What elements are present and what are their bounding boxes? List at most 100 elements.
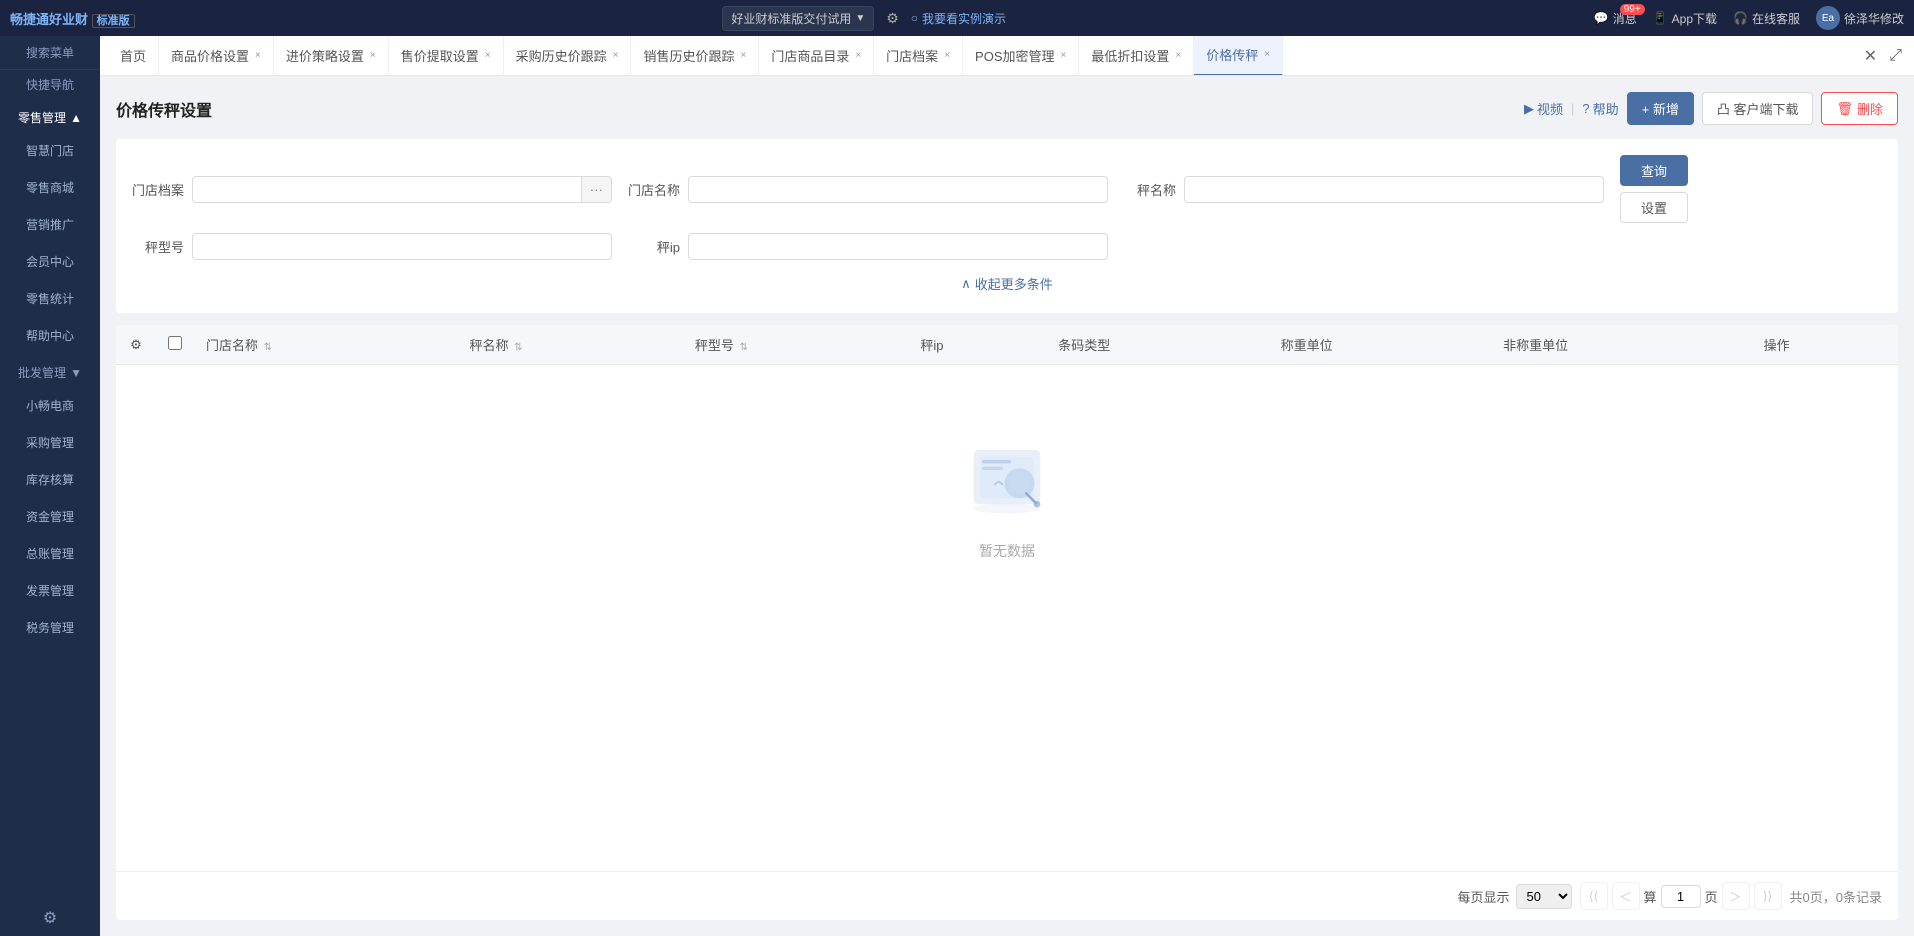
tab-price-scale[interactable]: 价格传秤 × [1194,36,1283,76]
store-file-input-wrap: ··· [192,176,612,203]
tab-purchase-strategy[interactable]: 进价策略设置 × [274,36,389,76]
collapse-button[interactable]: ∧ 收起更多条件 [961,274,1053,293]
collapse-row: ∧ 收起更多条件 [132,270,1882,297]
add-button[interactable]: + 新增 [1627,92,1694,125]
sidebar-item-wholesale[interactable]: 批发管理 ▼ [0,354,100,387]
tab-close-icon[interactable]: × [370,50,376,61]
sidebar-item-purchase[interactable]: 采购管理 [0,424,100,461]
download-client-button[interactable]: 凸 客户端下载 [1702,92,1814,125]
sidebar-item-ledger[interactable]: 总账管理 [0,535,100,572]
sidebar-item-retail-stats[interactable]: 零售统计 [0,280,100,317]
message-action[interactable]: 💬 消息 99+ [1594,10,1637,27]
tab-purchase-history[interactable]: 采购历史价跟踪 × [504,36,632,76]
sidebar-item-invoice[interactable]: 发票管理 [0,572,100,609]
next-page-button[interactable]: ＞ [1722,882,1750,910]
sidebar-gear-icon[interactable]: ⚙ [43,908,57,928]
th-store-name[interactable]: 门店名称 ⇅ [194,325,457,365]
filter-store-name: 门店名称 [628,176,1108,203]
tab-close-icon[interactable]: × [855,50,861,61]
download-icon: 📱 [1653,11,1668,25]
filter-scale-ip: 秤ip [628,233,1108,260]
store-file-btn[interactable]: ··· [581,177,611,202]
tab-store-catalog[interactable]: 门店商品目录 × [759,36,874,76]
store-name-input[interactable] [688,176,1108,203]
chevron-down-icon: ▼ [855,13,865,24]
sidebar-quick-nav[interactable]: 快捷导航 [0,70,100,99]
query-button[interactable]: 查询 [1620,155,1688,186]
pagination-bar: 每页显示 10 20 50 100 ⟨⟨ ＜ 算 [116,871,1898,920]
tab-sales-history[interactable]: 销售历史价跟踪 × [631,36,759,76]
sidebar-item-ecommerce[interactable]: 小畅电商 [0,387,100,424]
tab-sale-price-extract[interactable]: 售价提取设置 × [389,36,504,76]
tab-close-icon[interactable]: × [613,50,619,61]
env-selector[interactable]: 好业财标准版交付试用 ▼ [722,6,874,31]
tab-close-icon[interactable]: × [740,50,746,61]
tab-close-icon[interactable]: × [1264,49,1270,60]
app-logo: 畅捷通好业财 标准版 [10,9,135,28]
user-profile[interactable]: Ea 徐泽华修改 [1816,6,1904,30]
app-download-action[interactable]: 📱 App下载 [1653,10,1717,27]
empty-text: 暂无数据 [979,541,1035,561]
sidebar-item-member[interactable]: 会员中心 [0,243,100,280]
page-number-input[interactable] [1661,885,1701,908]
scale-model-input[interactable] [192,233,612,260]
tab-min-discount[interactable]: 最低折扣设置 × [1079,36,1194,76]
sidebar-item-tax[interactable]: 税务管理 [0,609,100,646]
tab-close-icon[interactable]: × [1175,50,1181,61]
header-center: 好业财标准版交付试用 ▼ ⚙ ○ 我要看实例演示 [722,6,1006,31]
tab-close-icon[interactable]: × [1061,50,1067,61]
scale-name-label: 秤名称 [1124,180,1176,199]
tab-close-icon[interactable]: × [485,50,491,61]
tab-expand-button[interactable]: ⤢ [1885,47,1906,65]
sidebar-search[interactable]: 搜索菜单 [0,36,100,70]
select-all-checkbox[interactable] [168,336,182,350]
th-checkbox[interactable] [156,325,194,365]
sidebar-item-marketing[interactable]: 营销推广 [0,206,100,243]
tab-pos-encrypt[interactable]: POS加密管理 × [963,36,1079,76]
tab-close-button[interactable]: ✕ [1860,46,1881,66]
table-wrapper: ⚙ 门店名称 ⇅ 秤名称 ⇅ [116,325,1898,871]
sidebar-item-inventory[interactable]: 库存核算 [0,461,100,498]
sidebar-item-retail-mgmt[interactable]: 零售管理 ▲ [0,99,100,132]
sidebar-item-funds[interactable]: 资金管理 [0,498,100,535]
table-card: ⚙ 门店名称 ⇅ 秤名称 ⇅ [116,325,1898,920]
tab-product-price[interactable]: 商品价格设置 × [159,36,274,76]
help-link[interactable]: ? 帮助 [1582,99,1618,118]
store-file-input[interactable] [193,177,581,202]
prev-page-button[interactable]: ＜ [1612,882,1640,910]
demo-link[interactable]: ○ 我要看实例演示 [911,10,1006,27]
headset-icon: 🎧 [1733,11,1748,25]
sidebar-item-smart-store[interactable]: 智慧门店 [0,132,100,169]
table-head: ⚙ 门店名称 ⇅ 秤名称 ⇅ [116,325,1898,365]
sort-icon: ⇅ [514,342,522,353]
settings-icon[interactable]: ⚙ [880,8,905,29]
tab-home[interactable]: 首页 [108,36,159,76]
sidebar-item-help[interactable]: 帮助中心 [0,317,100,354]
collapse-up-icon: ∧ [961,276,971,292]
divider: | [1571,101,1574,116]
first-page-button[interactable]: ⟨⟨ [1580,882,1608,910]
th-scale-model[interactable]: 秤型号 ⇅ [683,325,908,365]
filter-row-1: 门店档案 ··· 门店名称 秤名称 [132,155,1882,223]
online-service-action[interactable]: 🎧 在线客服 [1733,10,1800,27]
store-file-label: 门店档案 [132,180,184,199]
tab-store-file[interactable]: 门店档案 × [874,36,963,76]
last-page-button[interactable]: ⟩⟩ [1754,882,1782,910]
sidebar-item-retail-mall[interactable]: 零售商城 [0,169,100,206]
header-left: 畅捷通好业财 标准版 [10,9,135,28]
scale-name-input[interactable] [1184,176,1604,203]
tab-close-icon[interactable]: × [255,50,261,61]
store-name-label: 门店名称 [628,180,680,199]
th-weight-unit: 称重单位 [1269,325,1491,365]
page-title: 价格传秤设置 [116,97,212,121]
th-settings[interactable]: ⚙ [116,325,156,365]
set-button[interactable]: 设置 [1620,192,1688,223]
per-page-select[interactable]: 10 20 50 100 [1516,884,1572,909]
video-link[interactable]: ▶ 视频 [1524,99,1563,118]
th-barcode-type: 条码类型 [1046,325,1268,365]
th-scale-name[interactable]: 秤名称 ⇅ [457,325,682,365]
tab-close-icon[interactable]: × [944,50,950,61]
filter-store-file: 门店档案 ··· [132,176,612,203]
scale-ip-input[interactable] [688,233,1108,260]
delete-button[interactable]: 🗑 删除 [1821,92,1898,125]
